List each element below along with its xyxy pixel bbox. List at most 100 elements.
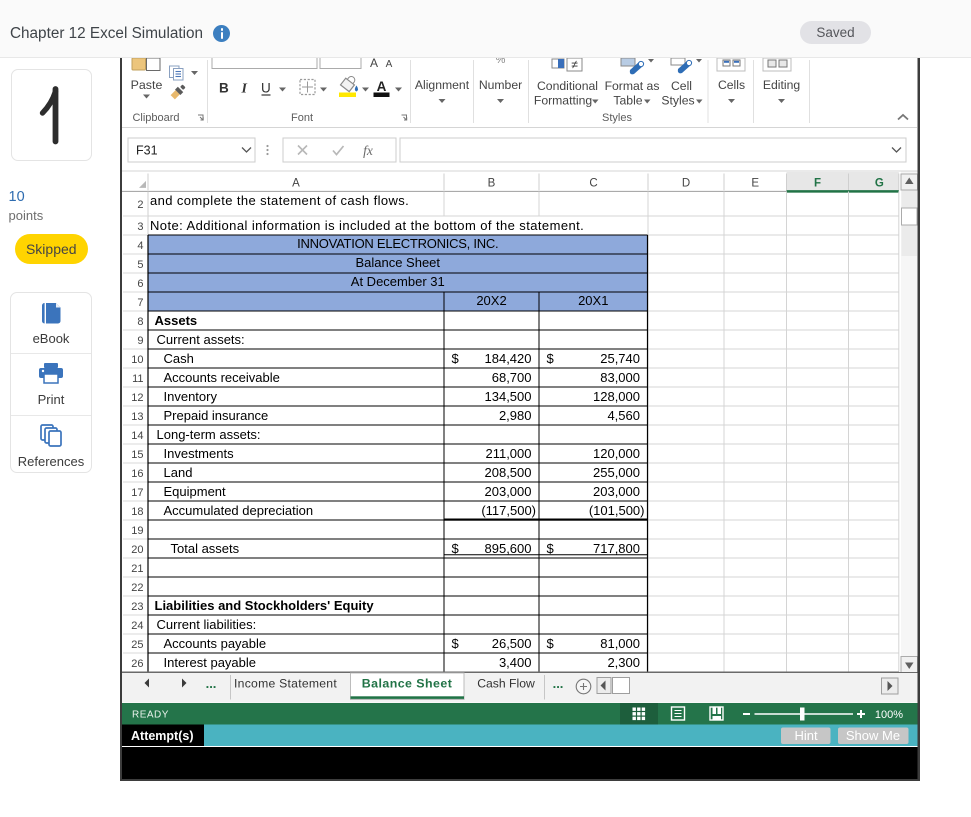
svg-text:A: A: [292, 178, 300, 190]
svg-text:9: 9: [137, 335, 143, 347]
svg-text:20: 20: [131, 544, 143, 556]
svg-text:Alignment: Alignment: [415, 78, 470, 92]
svg-text:Equipment: Equipment: [164, 484, 227, 499]
svg-text:$: $: [452, 541, 460, 556]
svg-text:A: A: [370, 58, 378, 70]
svg-text:Format as: Format as: [605, 79, 660, 93]
svg-text:At December 31: At December 31: [351, 274, 445, 289]
svg-text:Cash Flow: Cash Flow: [477, 677, 535, 691]
svg-text:$: $: [547, 351, 555, 366]
svg-text:208,500: 208,500: [485, 465, 532, 480]
svg-text:Styles: Styles: [602, 112, 632, 124]
svg-text:19: 19: [131, 525, 143, 537]
svg-text:2: 2: [137, 199, 143, 211]
svg-text:128,000: 128,000: [593, 389, 640, 404]
svg-text:$: $: [547, 541, 555, 556]
svg-text:12: 12: [131, 392, 143, 404]
svg-text:4,560: 4,560: [607, 408, 640, 423]
svg-text:11: 11: [132, 373, 143, 385]
svg-text:$: $: [547, 636, 555, 651]
svg-text:Cells: Cells: [718, 78, 745, 92]
svg-text:D: D: [682, 178, 690, 190]
svg-text:14: 14: [131, 430, 143, 442]
svg-text:2,980: 2,980: [499, 408, 532, 423]
svg-text:6: 6: [137, 278, 143, 290]
svg-text:Hint: Hint: [794, 728, 818, 743]
svg-text:20X1: 20X1: [578, 293, 608, 308]
svg-text:100%: 100%: [875, 709, 903, 721]
svg-text:Interest payable: Interest payable: [164, 655, 257, 670]
svg-text:U: U: [261, 81, 271, 96]
svg-text:Current assets:: Current assets:: [157, 332, 245, 347]
svg-text:Paste: Paste: [131, 78, 163, 92]
svg-text:≠: ≠: [571, 58, 578, 72]
svg-text:895,600: 895,600: [485, 541, 532, 556]
svg-text:Editing: Editing: [763, 78, 800, 92]
svg-text:Income Statement: Income Statement: [234, 677, 337, 691]
svg-text:Assets: Assets: [155, 313, 198, 328]
svg-text:Land: Land: [164, 465, 193, 480]
svg-text:Total assets: Total assets: [171, 541, 240, 556]
svg-text:Note: Additional information i: Note: Additional information is included…: [150, 218, 584, 233]
svg-text:...: ...: [553, 676, 564, 691]
svg-text:23: 23: [131, 601, 143, 613]
svg-text:A: A: [377, 79, 387, 94]
svg-text:81,000: 81,000: [600, 636, 640, 651]
svg-text:F: F: [814, 178, 821, 190]
svg-text:Number: Number: [479, 78, 522, 92]
svg-text:I: I: [241, 82, 248, 97]
svg-text:24: 24: [131, 620, 143, 632]
svg-text:C: C: [589, 178, 597, 190]
svg-text:134,500: 134,500: [485, 389, 532, 404]
svg-text:10: 10: [131, 354, 143, 366]
svg-text:3: 3: [137, 221, 143, 233]
svg-text:Show Me: Show Me: [846, 728, 900, 743]
svg-text:READY: READY: [132, 710, 169, 721]
svg-text:15: 15: [131, 449, 143, 461]
svg-text:7: 7: [137, 297, 143, 309]
svg-text:Conditional: Conditional: [537, 79, 598, 93]
svg-text:...: ...: [206, 676, 217, 691]
svg-text:Accumulated depreciation: Accumulated depreciation: [164, 503, 314, 518]
svg-text:(101,500): (101,500): [589, 503, 645, 518]
svg-text:21: 21: [131, 563, 143, 575]
svg-text:Font: Font: [291, 112, 313, 124]
svg-text:Styles: Styles: [661, 94, 694, 108]
svg-text:Balance Sheet: Balance Sheet: [362, 677, 453, 691]
svg-text:$: $: [452, 636, 460, 651]
svg-text:22: 22: [131, 582, 143, 594]
svg-text:Inventory: Inventory: [164, 389, 218, 404]
svg-text:203,000: 203,000: [485, 484, 532, 499]
svg-text:INNOVATION ELECTRONICS, INC.: INNOVATION ELECTRONICS, INC.: [297, 236, 498, 251]
svg-text:18: 18: [131, 506, 143, 518]
svg-text:B: B: [219, 81, 229, 96]
svg-text:26: 26: [131, 658, 143, 670]
svg-text:F31: F31: [136, 144, 158, 158]
svg-text:$: $: [452, 351, 460, 366]
svg-text:120,000: 120,000: [593, 446, 640, 461]
svg-text:Table: Table: [613, 94, 642, 108]
svg-text:Prepaid insurance: Prepaid insurance: [164, 408, 269, 423]
svg-text:Accounts receivable: Accounts receivable: [164, 370, 280, 385]
svg-text:Long-term assets:: Long-term assets:: [157, 427, 261, 442]
svg-text:Cell: Cell: [671, 79, 692, 93]
svg-text:Clipboard: Clipboard: [132, 112, 179, 124]
svg-text:25,740: 25,740: [600, 351, 640, 366]
svg-text:184,420: 184,420: [485, 351, 532, 366]
svg-text:8: 8: [137, 316, 143, 328]
svg-text:717,800: 717,800: [593, 541, 640, 556]
svg-text:25: 25: [131, 639, 143, 651]
svg-text:68,700: 68,700: [492, 370, 532, 385]
svg-text:%: %: [496, 58, 506, 66]
svg-text:17: 17: [131, 487, 143, 499]
svg-text:(117,500): (117,500): [481, 503, 536, 518]
svg-text:3,400: 3,400: [499, 655, 532, 670]
svg-text:B: B: [488, 178, 496, 190]
svg-text:26,500: 26,500: [492, 636, 532, 651]
svg-text:Cash: Cash: [164, 351, 194, 366]
svg-text:83,000: 83,000: [600, 370, 640, 385]
svg-text:Formatting: Formatting: [534, 94, 592, 108]
svg-text:255,000: 255,000: [593, 465, 640, 480]
svg-text:and complete the statement of: and complete the statement of cash flows…: [150, 193, 409, 208]
svg-text:Attempt(s): Attempt(s): [131, 729, 194, 743]
